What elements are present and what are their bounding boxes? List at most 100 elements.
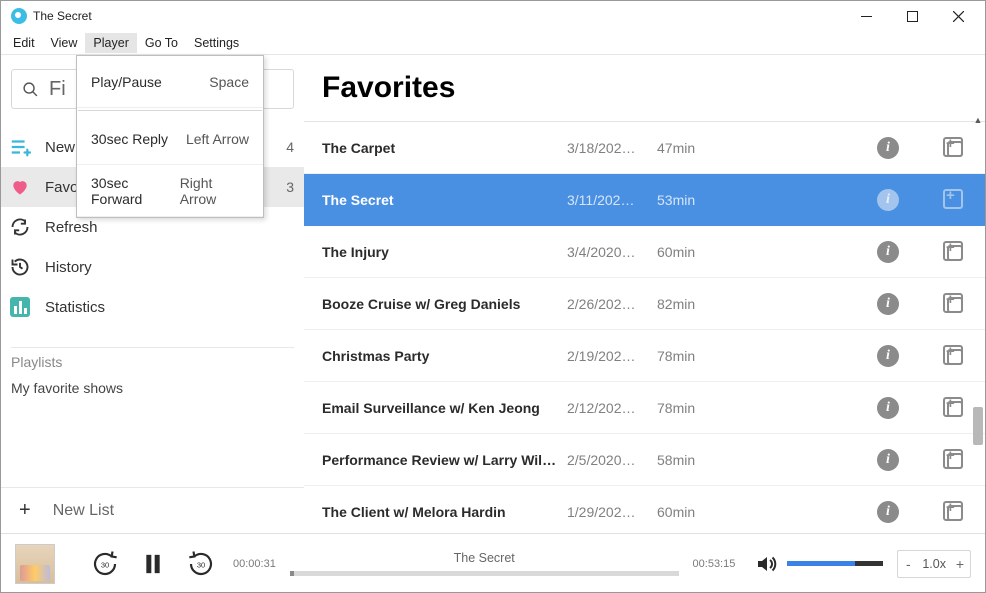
episode-duration: 47min xyxy=(657,140,717,156)
episode-duration: 58min xyxy=(657,452,717,468)
episode-row[interactable]: The Carpet3/18/202…47mini xyxy=(304,122,985,174)
menu-item-accel: Space xyxy=(209,74,249,90)
info-button[interactable]: i xyxy=(875,499,901,525)
menu-view[interactable]: View xyxy=(43,33,86,53)
page-title: Favorites xyxy=(304,55,985,121)
menu-item-label: 30sec Reply xyxy=(91,131,168,147)
menu-item-30sec-reply[interactable]: 30sec Reply Left Arrow xyxy=(77,113,263,165)
history-icon xyxy=(9,256,31,278)
add-to-queue-button[interactable] xyxy=(941,187,967,213)
info-icon: i xyxy=(877,241,899,263)
menu-item-accel: Left Arrow xyxy=(186,131,249,147)
new-list-button[interactable]: + New List xyxy=(1,487,304,533)
menu-item-play-pause[interactable]: Play/Pause Space xyxy=(77,56,263,108)
sidebar-item-statistics[interactable]: Statistics xyxy=(1,287,304,327)
episode-title: The Client w/ Melora Hardin xyxy=(322,504,567,520)
info-button[interactable]: i xyxy=(875,395,901,421)
episode-duration: 60min xyxy=(657,504,717,520)
episode-row[interactable]: Christmas Party2/19/202…78mini xyxy=(304,330,985,382)
add-icon xyxy=(943,345,965,367)
add-to-queue-button[interactable] xyxy=(941,499,967,525)
speed-value: 1.0x xyxy=(918,557,950,571)
info-icon: i xyxy=(877,397,899,419)
speed-minus-button[interactable]: - xyxy=(898,556,918,572)
total-time: 00:53:15 xyxy=(693,558,736,570)
search-icon xyxy=(22,81,39,98)
episode-duration: 78min xyxy=(657,348,717,364)
info-button[interactable]: i xyxy=(875,447,901,473)
stats-icon xyxy=(9,296,31,318)
now-playing-title: The Secret xyxy=(454,551,515,565)
speed-plus-button[interactable]: + xyxy=(950,556,970,572)
add-to-queue-button[interactable] xyxy=(941,395,967,421)
playlists-section-label: Playlists xyxy=(11,347,294,376)
search-text: Fi xyxy=(49,78,66,101)
info-button[interactable]: i xyxy=(875,343,901,369)
skip-back-button[interactable]: 30 xyxy=(87,546,123,582)
info-icon: i xyxy=(877,345,899,367)
sidebar-item-label: Refresh xyxy=(45,219,294,236)
add-to-queue-button[interactable] xyxy=(941,239,967,265)
episode-row[interactable]: The Client w/ Melora Hardin1/29/202…60mi… xyxy=(304,486,985,533)
sidebar-item-history[interactable]: History xyxy=(1,247,304,287)
episode-date: 1/29/202… xyxy=(567,504,657,520)
menu-player[interactable]: Player xyxy=(85,33,136,53)
menu-goto[interactable]: Go To xyxy=(137,33,186,53)
sidebar-item-count: 3 xyxy=(286,179,294,195)
episode-date: 2/5/2020… xyxy=(567,452,657,468)
info-button[interactable]: i xyxy=(875,135,901,161)
album-art[interactable] xyxy=(15,544,55,584)
window-title: The Secret xyxy=(33,9,92,23)
info-button[interactable]: i xyxy=(875,291,901,317)
info-icon: i xyxy=(877,449,899,471)
episode-date: 2/19/202… xyxy=(567,348,657,364)
episode-row[interactable]: The Injury3/4/2020…60mini xyxy=(304,226,985,278)
episode-row[interactable]: The Secret3/11/202…53mini xyxy=(304,174,985,226)
add-to-queue-button[interactable] xyxy=(941,135,967,161)
add-icon xyxy=(943,189,965,211)
info-button[interactable]: i xyxy=(875,187,901,213)
menu-edit[interactable]: Edit xyxy=(5,33,43,53)
player-bar: 30 30 00:00:31 The Secret 00:53:15 - 1.0… xyxy=(1,533,985,593)
episode-date: 2/26/202… xyxy=(567,296,657,312)
episode-row[interactable]: Email Surveillance w/ Ken Jeong2/12/202…… xyxy=(304,382,985,434)
playlist-item[interactable]: My favorite shows xyxy=(11,376,294,400)
volume-icon[interactable] xyxy=(755,552,779,576)
episode-row[interactable]: Booze Cruise w/ Greg Daniels2/26/202…82m… xyxy=(304,278,985,330)
add-to-queue-button[interactable] xyxy=(941,291,967,317)
scrollbar[interactable]: ▲ xyxy=(971,113,985,533)
track-area: The Secret xyxy=(290,551,679,576)
menu-item-label: 30sec Forward xyxy=(91,175,180,207)
add-to-queue-button[interactable] xyxy=(941,447,967,473)
queue-icon xyxy=(9,136,31,158)
minimize-button[interactable] xyxy=(843,1,889,31)
add-icon xyxy=(943,293,965,315)
episode-title: Booze Cruise w/ Greg Daniels xyxy=(322,296,567,312)
episode-row[interactable]: Performance Review w/ Larry Wilmore2/5/2… xyxy=(304,434,985,486)
skip-forward-button[interactable]: 30 xyxy=(183,546,219,582)
speed-control: - 1.0x + xyxy=(897,550,971,578)
elapsed-time: 00:00:31 xyxy=(233,558,276,570)
content-panel: Favorites The Carpet3/18/202…47miniThe S… xyxy=(304,55,985,533)
scroll-up-icon[interactable]: ▲ xyxy=(971,113,985,127)
progress-slider[interactable] xyxy=(290,571,679,576)
episode-date: 3/11/202… xyxy=(567,192,657,208)
maximize-button[interactable] xyxy=(889,1,935,31)
volume-slider[interactable] xyxy=(787,561,883,566)
heart-icon xyxy=(9,176,31,198)
menu-settings[interactable]: Settings xyxy=(186,33,247,53)
play-pause-button[interactable] xyxy=(135,546,171,582)
add-to-queue-button[interactable] xyxy=(941,343,967,369)
scroll-thumb[interactable] xyxy=(973,407,983,445)
add-icon xyxy=(943,137,965,159)
info-button[interactable]: i xyxy=(875,239,901,265)
info-icon: i xyxy=(877,137,899,159)
close-button[interactable] xyxy=(935,1,981,31)
menu-item-30sec-forward[interactable]: 30sec Forward Right Arrow xyxy=(77,165,263,217)
episode-duration: 60min xyxy=(657,244,717,260)
info-icon: i xyxy=(877,501,899,523)
svg-text:30: 30 xyxy=(101,560,109,569)
refresh-icon xyxy=(9,216,31,238)
menu-bar: Edit View Player Go To Settings xyxy=(1,31,985,55)
episode-date: 3/18/202… xyxy=(567,140,657,156)
